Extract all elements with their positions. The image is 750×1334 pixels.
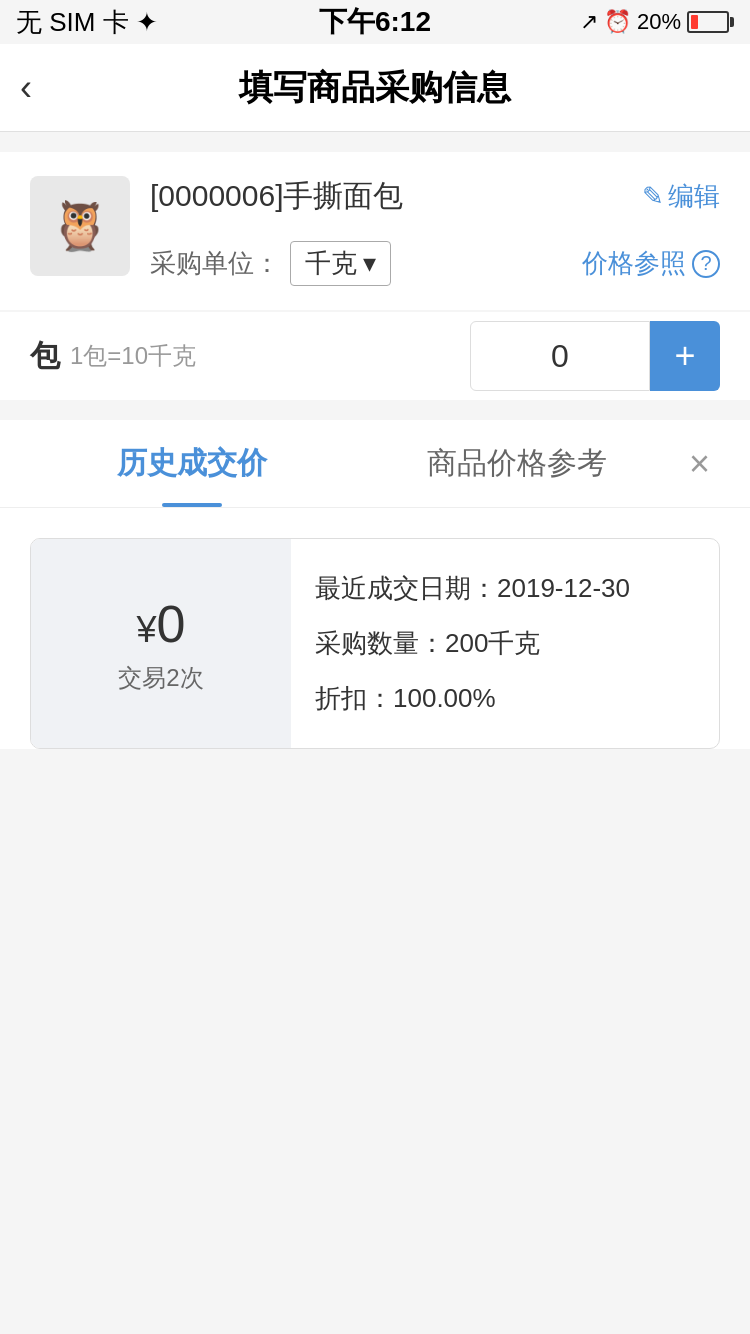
price-left-panel: ¥0 交易2次 <box>31 539 291 748</box>
price-right-panel: 最近成交日期：2019-12-30 采购数量：200千克 折扣：100.00% <box>291 539 719 748</box>
discount-row: 折扣：100.00% <box>315 679 695 718</box>
edit-button[interactable]: ✎ 编辑 <box>642 179 720 214</box>
page-title: 填写商品采购信息 <box>239 65 511 111</box>
quantity-input[interactable]: 0 <box>470 321 650 391</box>
product-card: 🦉 [0000006]手撕面包 ✎ 编辑 采购单位： 千克 ▾ 价格参照 <box>0 152 750 310</box>
status-bar: 无 SIM 卡 ✦ 下午6:12 ↗ ⏰ 20% <box>0 0 750 44</box>
product-header: [0000006]手撕面包 ✎ 编辑 <box>150 176 720 217</box>
price-card: ¥0 交易2次 最近成交日期：2019-12-30 采购数量：200千克 折扣：… <box>30 538 720 749</box>
tab-underline <box>162 503 222 507</box>
alarm-icon: ⏰ <box>604 9 631 35</box>
quantity-row: 包 1包=10千克 0 + <box>0 312 750 400</box>
price-amount: ¥0 <box>137 594 186 654</box>
location-icon: ↗ <box>580 9 598 35</box>
product-name: [0000006]手撕面包 <box>150 176 403 217</box>
price-ref-button[interactable]: 价格参照 ? <box>582 246 720 281</box>
status-time: 下午6:12 <box>319 3 431 41</box>
help-icon: ? <box>692 250 720 278</box>
product-logo-icon: 🦉 <box>50 198 110 254</box>
tab-history-price[interactable]: 历史成交价 <box>30 420 354 507</box>
tabs-section: 历史成交价 商品价格参考 × ¥0 交易2次 最近成交日期：2019-12-30… <box>0 420 750 749</box>
purchase-unit: 采购单位： 千克 ▾ <box>150 241 391 286</box>
price-trades: 交易2次 <box>118 662 203 694</box>
tab-close-button[interactable]: × <box>679 443 720 485</box>
unit-select-dropdown[interactable]: 千克 ▾ <box>290 241 391 286</box>
back-button[interactable]: ‹ <box>20 67 32 109</box>
status-left: 无 SIM 卡 ✦ <box>16 5 158 40</box>
product-thumbnail: 🦉 <box>30 176 130 276</box>
purchase-qty-row: 采购数量：200千克 <box>315 624 695 663</box>
battery-percent: 20% <box>637 9 681 35</box>
product-meta: 采购单位： 千克 ▾ 价格参照 ? <box>150 241 720 286</box>
tabs-header: 历史成交价 商品价格参考 × <box>0 420 750 508</box>
nav-bar: ‹ 填写商品采购信息 <box>0 44 750 132</box>
recent-date-row: 最近成交日期：2019-12-30 <box>315 569 695 608</box>
dropdown-arrow-icon: ▾ <box>363 248 376 279</box>
edit-icon: ✎ <box>642 181 664 212</box>
tab-product-price-ref[interactable]: 商品价格参考 <box>354 420 678 507</box>
status-right: ↗ ⏰ 20% <box>580 9 734 35</box>
main-content <box>0 779 750 1334</box>
unit-badge: 包 <box>30 336 60 377</box>
sim-status: 无 SIM 卡 ✦ <box>16 5 158 40</box>
product-details: [0000006]手撕面包 ✎ 编辑 采购单位： 千克 ▾ 价格参照 ? <box>150 176 720 286</box>
quantity-controls: 0 + <box>470 321 720 391</box>
unit-hint: 1包=10千克 <box>70 340 196 372</box>
quantity-plus-button[interactable]: + <box>650 321 720 391</box>
quantity-label: 包 1包=10千克 <box>30 336 196 377</box>
battery-icon <box>687 11 734 33</box>
